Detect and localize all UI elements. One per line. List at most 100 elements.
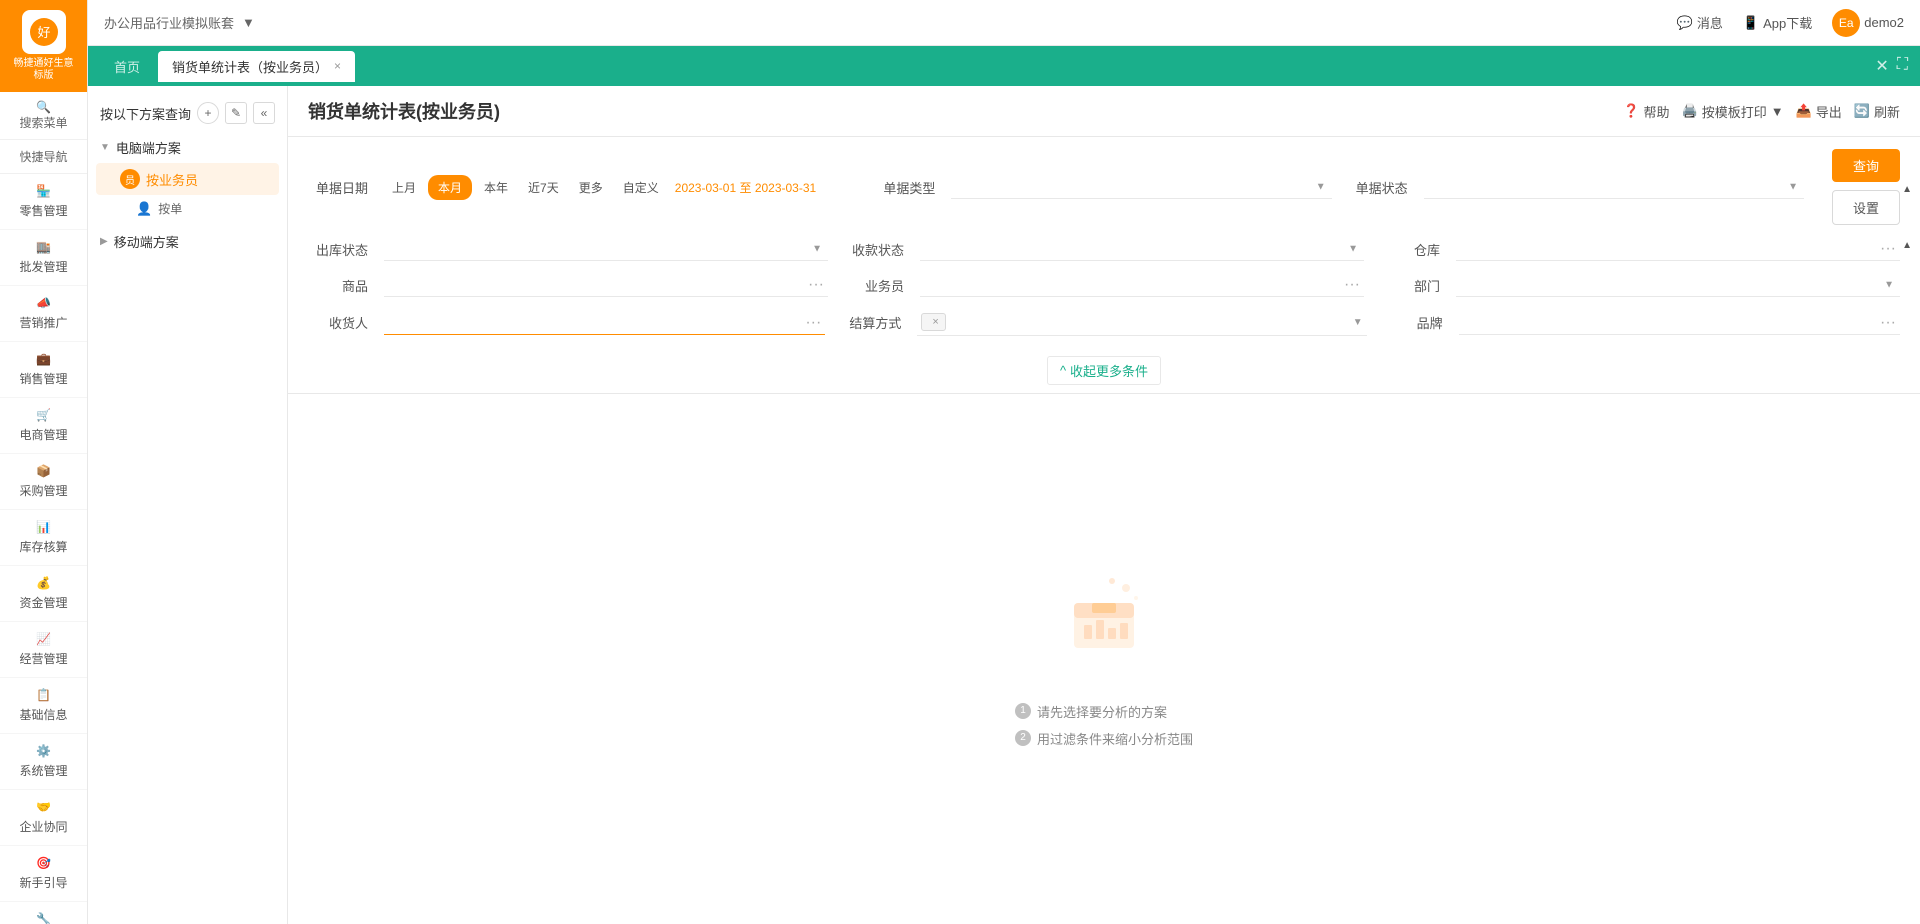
sidebar-item-cooperation[interactable]: 🤝 企业协同 xyxy=(0,790,87,846)
sidebar-item-purchase[interactable]: 📦 采购管理 xyxy=(0,454,87,510)
goods-wrapper[interactable]: ··· xyxy=(384,273,828,297)
left-panel-mobile-section: ▶ 移动端方案 xyxy=(88,226,287,257)
goods-label: 商品 xyxy=(308,276,368,295)
export-icon: 📤 xyxy=(1796,103,1812,119)
sidebar-item-wholesale[interactable]: 🏬 批发管理 ▲ xyxy=(0,230,87,286)
empty-state-tips: 1 请先选择要分析的方案 2 用过滤条件来缩小分析范围 xyxy=(1015,702,1193,756)
refresh-icon: 🔄 xyxy=(1854,103,1870,119)
doc-type-wrapper[interactable] xyxy=(951,175,1331,199)
top-header-title[interactable]: 办公用品行业模拟账套 ▼ xyxy=(104,13,255,32)
warehouse-dots[interactable]: ··· xyxy=(1880,240,1896,258)
tab-home-label: 首页 xyxy=(114,57,140,76)
salesperson-wrapper[interactable]: ··· xyxy=(920,273,1364,297)
dept-wrapper[interactable] xyxy=(1456,273,1900,297)
settings-btn[interactable]: 设置 xyxy=(1832,190,1900,225)
sidebar-item-sales[interactable]: 💼 销售管理 xyxy=(0,342,87,398)
brand-dots[interactable]: ··· xyxy=(1880,314,1896,332)
consignee-label: 收货人 xyxy=(308,313,368,332)
refresh-btn[interactable]: 🔄 刷新 xyxy=(1854,102,1900,121)
doc-status-select[interactable] xyxy=(1424,175,1804,199)
settle-method-chevron[interactable]: ▼ xyxy=(1353,317,1363,328)
export-btn[interactable]: 📤 导出 xyxy=(1796,102,1842,121)
tab-close-btn[interactable]: × xyxy=(334,60,341,72)
salesperson-dots[interactable]: ··· xyxy=(1344,276,1360,294)
print-label: 按模板打印 xyxy=(1702,102,1767,121)
pc-section-header[interactable]: ▼ 电脑端方案 xyxy=(96,132,279,163)
top-title-arrow: ▼ xyxy=(242,15,255,30)
query-btn[interactable]: 查询 xyxy=(1832,149,1900,182)
doc-status-wrapper[interactable] xyxy=(1424,175,1804,199)
receive-status-label: 收款状态 xyxy=(844,240,904,259)
newbie-icon: 🎯 xyxy=(36,856,51,870)
date-custom[interactable]: 自定义 xyxy=(615,175,667,200)
sidebar-item-ecommerce-label: 电商管理 xyxy=(19,426,67,443)
consignee-dots[interactable]: ··· xyxy=(805,314,821,332)
date-this-month[interactable]: 本月 xyxy=(428,175,472,200)
sidebar-item-marketing[interactable]: 📣 营销推广 xyxy=(0,286,87,342)
sidebar-item-sales-label: 销售管理 xyxy=(19,370,67,387)
tab-close-window-icon[interactable]: ✕ xyxy=(1875,56,1888,76)
date-this-year[interactable]: 本年 xyxy=(476,175,516,200)
collapse-more-btn[interactable]: ^ 收起更多条件 xyxy=(1047,356,1161,385)
add-scheme-btn[interactable]: + xyxy=(197,102,219,124)
sidebar-item-retail[interactable]: 🏪 零售管理 ▲ xyxy=(0,174,87,230)
print-btn[interactable]: 🖨️ 按模板打印 ▼ xyxy=(1682,102,1784,121)
warehouse-input[interactable] xyxy=(1456,237,1900,261)
consignee-wrapper[interactable]: ··· xyxy=(384,311,825,335)
sidebar-item-system[interactable]: ⚙️ 系统管理 xyxy=(0,734,87,790)
app-download-btn[interactable]: 📱 App下载 xyxy=(1743,13,1812,32)
date-last-7days[interactable]: 近7天 xyxy=(520,175,567,200)
quick-nav[interactable]: 快捷导航 xyxy=(0,140,87,174)
sidebar-item-finance[interactable]: 💰 资金管理 xyxy=(0,566,87,622)
consignee-input[interactable] xyxy=(384,311,825,335)
out-status-wrapper[interactable] xyxy=(384,237,828,261)
out-status-select[interactable] xyxy=(384,237,828,261)
tab-home[interactable]: 首页 xyxy=(100,51,154,82)
dept-select[interactable] xyxy=(1456,273,1900,297)
brand-wrapper[interactable]: ··· xyxy=(1459,311,1900,335)
collapse-row: ^ 收起更多条件 xyxy=(288,348,1920,394)
sidebar-item-finance-label: 资金管理 xyxy=(19,594,67,611)
sidebar-item-retail-label: 零售管理 xyxy=(19,202,67,219)
salesperson-input[interactable] xyxy=(920,273,1364,297)
user-menu[interactable]: Ea demo2 xyxy=(1832,9,1904,37)
warehouse-wrapper[interactable]: ··· xyxy=(1456,237,1900,261)
date-more[interactable]: 更多 xyxy=(571,175,611,200)
receive-status-select[interactable] xyxy=(920,237,1364,261)
sidebar-item-inventory[interactable]: 📊 库存核算 xyxy=(0,510,87,566)
filter-area: 单据日期 上月 本月 本年 近7天 更多 自定义 2023-03-01 至 20… xyxy=(288,137,1920,348)
tab-maximize-icon[interactable]: ⛶ xyxy=(1897,56,1908,76)
brand-input[interactable] xyxy=(1459,311,1900,335)
inventory-icon: 📊 xyxy=(36,520,51,534)
sidebar-item-newbie[interactable]: 🎯 新手引导 xyxy=(0,846,87,902)
sidebar-item-operation[interactable]: 📈 经营管理 xyxy=(0,622,87,678)
message-btn[interactable]: 💬 消息 xyxy=(1677,13,1723,32)
warehouse-label: 仓库 xyxy=(1380,240,1440,259)
sidebar-item-newbie-label: 新手引导 xyxy=(19,874,67,891)
right-panel: 销货单统计表(按业务员) ❓ 帮助 🖨️ 按模板打印 ▼ 📤 xyxy=(288,86,1920,924)
wholesale-icon: 🏬 xyxy=(36,240,51,254)
date-filter: 上月 本月 本年 近7天 更多 自定义 2023-03-01 至 2023-03… xyxy=(384,175,859,200)
salesperson-scheme-icon: 员 xyxy=(120,169,140,189)
scheme-by-doc[interactable]: 👤 按单 xyxy=(112,195,279,222)
settle-method-wrapper[interactable]: × ▼ xyxy=(917,309,1366,336)
help-btn[interactable]: ❓ 帮助 xyxy=(1623,102,1669,121)
sidebar-item-system-label: 系统管理 xyxy=(19,762,67,779)
sidebar-search[interactable]: 🔍 搜索菜单 xyxy=(0,92,87,140)
edit-scheme-btn[interactable]: ✎ xyxy=(225,102,247,124)
brand-label: 品牌 xyxy=(1383,313,1443,332)
collapse-panel-btn[interactable]: « xyxy=(253,102,275,124)
sidebar-item-ecommerce[interactable]: 🛒 电商管理 xyxy=(0,398,87,454)
sidebar-item-apps[interactable]: 🔧 应用中心 xyxy=(0,902,87,924)
goods-input[interactable] xyxy=(384,273,828,297)
scheme-salesperson[interactable]: 员 按业务员 xyxy=(96,163,279,195)
receive-status-wrapper[interactable] xyxy=(920,237,1364,261)
doc-type-select[interactable] xyxy=(951,175,1331,199)
tab-sales-stat[interactable]: 销货单统计表（按业务员） × xyxy=(158,51,355,82)
print-arrow: ▼ xyxy=(1771,104,1784,119)
mobile-section-header[interactable]: ▶ 移动端方案 xyxy=(96,226,279,257)
settle-method-tag-close[interactable]: × xyxy=(932,316,938,328)
goods-dots[interactable]: ··· xyxy=(808,276,824,294)
date-last-month[interactable]: 上月 xyxy=(384,175,424,200)
sidebar-item-basic[interactable]: 📋 基础信息 xyxy=(0,678,87,734)
